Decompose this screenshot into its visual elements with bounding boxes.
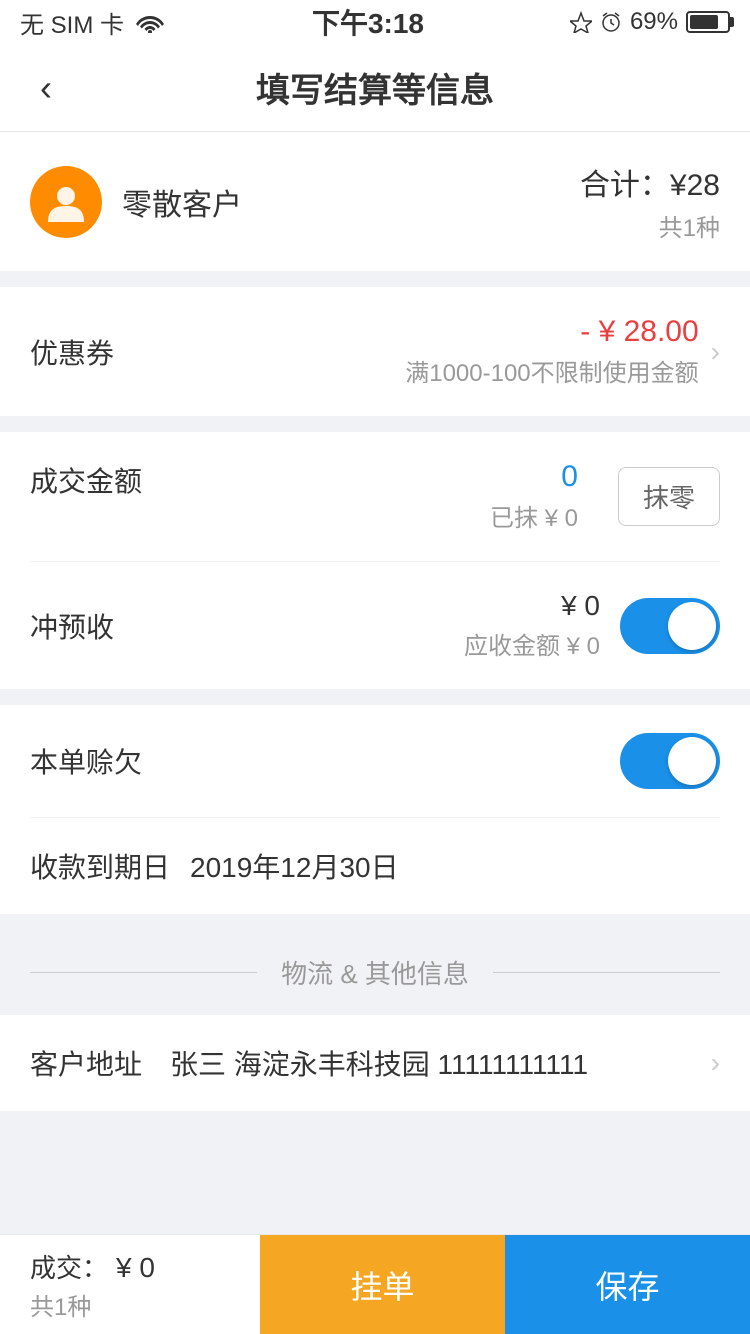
round-off-button[interactable]: 抹零 [618,467,720,526]
coupon-card: 优惠券 - ¥ 28.00 满1000-100不限制使用金额 › [0,287,750,416]
page-title: 填写结算等信息 [256,63,494,112]
status-left: 无 SIM 卡 [20,5,166,40]
wifi-icon [134,11,166,33]
customer-name: 零散客户 [122,180,242,224]
sim-status: 无 SIM 卡 [20,5,124,40]
location-icon [570,11,592,33]
prepayment-value: ¥ 0 [561,590,600,622]
address-value: 张三 海淀永丰科技园 11111111111 [170,1043,699,1083]
coupon-value-area: - ¥ 28.00 满1000-100不限制使用金额 [405,315,698,388]
customer-avatar [30,166,102,238]
customer-right: 合计：¥28 共1种 [580,160,720,243]
coupon-discount: - ¥ 28.00 [580,315,698,349]
deal-amount-right: 0 已抹 ¥ 0 抹零 [490,460,720,533]
battery-indicator [686,11,730,33]
credit-card: 本单赊欠 收款到期日 2019年12月30日 [0,705,750,914]
deal-amount-label: 成交金额 [30,460,150,500]
time-display: 下午3:18 [312,2,424,42]
deal-amount-col: 0 已抹 ¥ 0 [490,460,578,533]
coupon-desc: 满1000-100不限制使用金额 [405,353,698,388]
coupon-right: - ¥ 28.00 满1000-100不限制使用金额 › [405,315,720,388]
customer-left: 零散客户 [30,166,242,238]
back-button[interactable]: ‹ [30,57,62,119]
status-right: 69% [570,8,730,36]
receivable-label: 应收金额 ¥ 0 [464,626,600,661]
prepayment-value-area: ¥ 0 应收金额 ¥ 0 [464,590,600,661]
due-date-value: 2019年12月30日 [190,846,399,886]
deal-amount-row: 成交金额 0 已抹 ¥ 0 抹零 [0,432,750,561]
nav-bar: ‹ 填写结算等信息 [0,44,750,132]
bottom-deal-label: 成交： [30,1248,108,1285]
customer-card: 零散客户 合计：¥28 共1种 [0,132,750,271]
logistics-line-left [30,972,257,973]
credit-toggle-knob [668,737,716,785]
transaction-card: 成交金额 0 已抹 ¥ 0 抹零 冲预收 ¥ 0 应收金额 ¥ 0 [0,432,750,689]
prepayment-toggle[interactable] [620,598,720,654]
bottom-deal-inline: 成交： ¥ 0 [30,1248,230,1285]
rounded-label: 已抹 ¥ 0 [490,498,578,533]
credit-toggle[interactable] [620,733,720,789]
coupon-label: 优惠券 [30,332,150,372]
logistics-header: 物流 & 其他信息 [0,930,750,1015]
bottom-bar: 成交： ¥ 0 共1种 挂单 保存 [0,1234,750,1334]
bottom-count: 共1种 [30,1287,230,1322]
logistics-label: 物流 & 其他信息 [257,954,493,991]
total-count: 共1种 [580,208,720,243]
person-icon [44,180,88,224]
coupon-row[interactable]: 优惠券 - ¥ 28.00 满1000-100不限制使用金额 › [0,287,750,416]
logistics-line-right [493,972,720,973]
address-label: 客户地址 [30,1043,150,1083]
content-area: 零散客户 合计：¥28 共1种 优惠券 - ¥ 28.00 满1000-100不… [0,132,750,1247]
coupon-chevron-icon: › [711,336,720,368]
customer-row: 零散客户 合计：¥28 共1种 [0,132,750,271]
bottom-deal-amount: ¥ 0 [116,1252,155,1284]
credit-label: 本单赊欠 [30,741,150,781]
address-chevron-icon: › [711,1047,720,1079]
address-row[interactable]: 客户地址 张三 海淀永丰科技园 11111111111 › [0,1015,750,1111]
prepayment-row: 冲预收 ¥ 0 应收金额 ¥ 0 [0,562,750,689]
status-bar: 无 SIM 卡 下午3:18 69% [0,0,750,44]
prepayment-label: 冲预收 [30,606,150,646]
bottom-info: 成交： ¥ 0 共1种 [0,1248,260,1322]
prepayment-right: ¥ 0 应收金额 ¥ 0 [464,590,720,661]
toggle-knob [668,602,716,650]
deal-amount-value: 0 [561,460,578,494]
due-date-row: 收款到期日 2019年12月30日 [0,818,750,914]
credit-row: 本单赊欠 [0,705,750,817]
logistics-card: 物流 & 其他信息 客户地址 张三 海淀永丰科技园 11111111111 › [0,930,750,1111]
hangup-button[interactable]: 挂单 [260,1235,505,1334]
due-date-label: 收款到期日 [30,846,170,886]
save-button[interactable]: 保存 [505,1235,750,1334]
total-amount: 合计：¥28 [580,160,720,204]
alarm-icon [600,11,622,33]
battery-percent: 69% [630,8,678,36]
